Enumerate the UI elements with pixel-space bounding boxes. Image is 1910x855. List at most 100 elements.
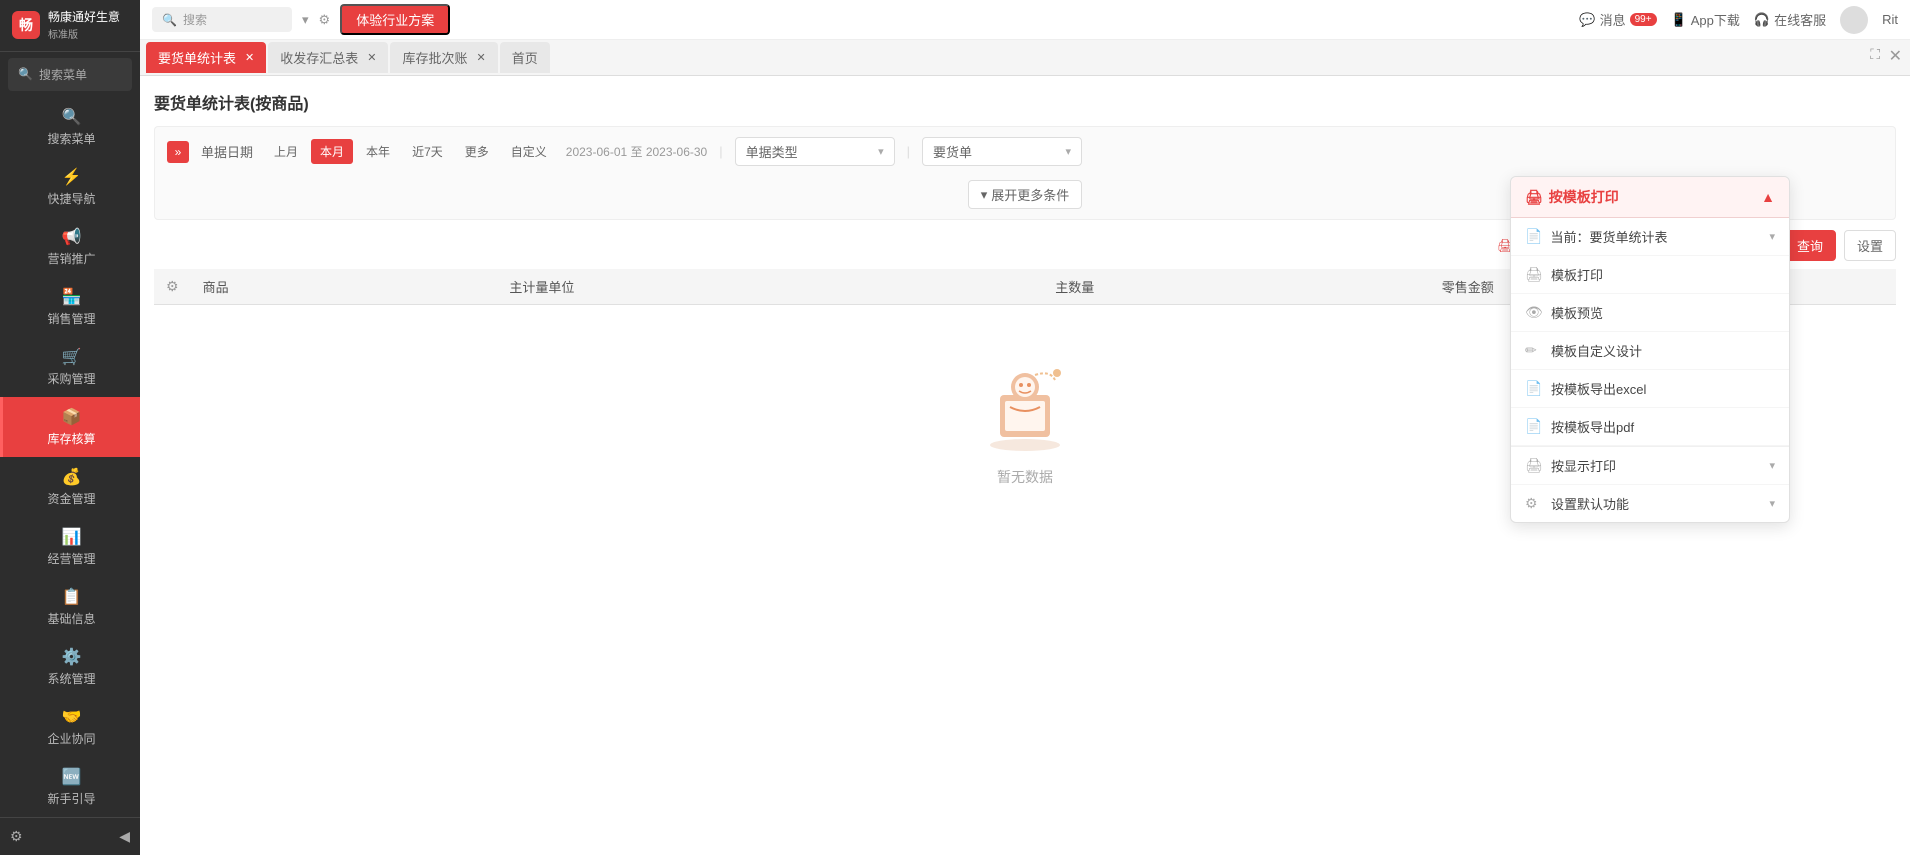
topbar-right: 💬 消息 99+ 📱 App下载 🎧 在线客服 Rit: [1579, 6, 1898, 34]
order-type-select[interactable]: 单据类型 ▾: [735, 137, 895, 166]
dropdown-header: 🖨 按模板打印 ▲: [1511, 177, 1789, 218]
current-item-arrow: ▾: [1769, 230, 1775, 243]
dropdown-item-template-design[interactable]: ✏ 模板自定义设计: [1511, 332, 1789, 370]
tab-batch-ledger[interactable]: 库存批次账 ✕: [390, 42, 497, 73]
date-btn-prev-month[interactable]: 上月: [265, 139, 307, 164]
dropdown-collapse-icon[interactable]: ▲: [1761, 189, 1775, 205]
tab-close-receipts-summary[interactable]: ✕: [367, 51, 376, 64]
date-btn-current-year[interactable]: 本年: [357, 139, 399, 164]
order-type-placeholder: 单据类型: [746, 142, 798, 161]
expand-more-button[interactable]: ▾ 展开更多条件: [968, 180, 1083, 209]
empty-illustration: [975, 365, 1075, 455]
tabbar: 要货单统计表✕收发存汇总表✕ 库存批次账 ✕ 首页 ⛶ ✕: [140, 40, 1910, 76]
filter-expand-button[interactable]: »: [167, 141, 189, 163]
settings-button[interactable]: 设置: [1844, 230, 1896, 261]
sidebar-item-sales[interactable]: 🏪销售管理: [0, 277, 140, 337]
inventory-icon: 📦: [62, 407, 82, 427]
app-download-label: App下载: [1691, 10, 1740, 29]
col-header-goods: 商品: [191, 269, 498, 305]
sidebar-item-inventory[interactable]: 📦库存核算: [0, 397, 140, 457]
tab-label-batch-ledger: 库存批次账: [402, 48, 467, 67]
tab-close-all-icon[interactable]: ✕: [1889, 46, 1902, 66]
collapse-icon[interactable]: ◀: [119, 828, 130, 845]
date-btn-7days[interactable]: 近7天: [403, 139, 452, 164]
sidebar-item-operation[interactable]: 📊经营管理: [0, 517, 140, 577]
col-header-unit: 主计量单位: [497, 269, 1043, 305]
sidebar-item-system[interactable]: ⚙️系统管理: [0, 637, 140, 697]
sidebar-bottom: ⚙ ◀: [0, 817, 140, 855]
purchase-label: 采购管理: [47, 370, 95, 387]
dropdown-print-icon: 🖨: [1525, 189, 1543, 206]
table-column-settings-icon[interactable]: ⚙: [166, 278, 179, 294]
query-button[interactable]: 查询: [1784, 230, 1836, 261]
sidebar-search[interactable]: 🔍 搜索菜单: [8, 58, 132, 91]
tab-close-order-stats[interactable]: ✕: [245, 51, 254, 64]
export-excel-icon: 📄: [1525, 380, 1543, 397]
settings-icon[interactable]: ⚙: [10, 828, 23, 845]
sidebar-logo: 畅 畅康通好生意 标准版: [0, 0, 140, 52]
dropdown-item-display-print[interactable]: 🖨 按显示打印 ▾: [1511, 447, 1789, 485]
message-btn[interactable]: 💬 消息 99+: [1579, 10, 1656, 29]
page-title: 要货单统计表(按商品): [154, 90, 1896, 114]
username-label: Rit: [1882, 12, 1898, 27]
online-service-btn[interactable]: 🎧 在线客服: [1754, 10, 1826, 29]
service-icon: 🎧: [1754, 12, 1770, 28]
message-label: 消息: [1600, 10, 1626, 29]
operation-icon: 📊: [62, 527, 82, 547]
dropdown-item-set-default[interactable]: ⚙ 设置默认功能 ▾: [1511, 485, 1789, 522]
sidebar-item-marketing[interactable]: 📢营销推广: [0, 217, 140, 277]
tab-expand-icon[interactable]: ⛶: [1870, 46, 1880, 63]
sidebar-nav: 🔍 搜索菜单 ⚡快捷导航📢营销推广🏪销售管理🛒采购管理📦库存核算💰资金管理📊经营管理…: [0, 97, 140, 817]
empty-svg: [975, 365, 1075, 455]
sidebar-item-basic[interactable]: 📋基础信息: [0, 577, 140, 637]
filter-row: » 单据日期 上月 本月 本年 近7天 更多 自定义 2023-06-01 至 …: [167, 137, 1883, 166]
sidebar-item-guide[interactable]: 🆕新手引导: [0, 757, 140, 817]
finance-label: 资金管理: [47, 490, 95, 507]
display-print-label: 按显示打印: [1551, 456, 1616, 475]
current-item-label: 当前：要货单统计表: [1550, 227, 1667, 246]
topbar-gear-icon[interactable]: ⚙: [319, 12, 331, 28]
tab-close-batch-ledger[interactable]: ✕: [476, 51, 485, 64]
tab-order-stats[interactable]: 要货单统计表✕: [146, 42, 266, 73]
avatar[interactable]: [1840, 6, 1868, 34]
tab-label-home: 首页: [512, 48, 538, 67]
search-icon: 🔍: [62, 107, 82, 127]
app-download-btn[interactable]: 📱 App下载: [1671, 10, 1740, 29]
trial-button[interactable]: 体验行业方案: [340, 4, 450, 35]
sidebar-item-finance[interactable]: 💰资金管理: [0, 457, 140, 517]
logo-sub: 标准版: [48, 26, 120, 41]
marketing-label: 营销推广: [47, 250, 95, 267]
topbar-dropdown-arrow[interactable]: ▾: [302, 12, 309, 28]
topbar-search[interactable]: 🔍 搜索: [152, 7, 292, 32]
date-btn-current-month[interactable]: 本月: [311, 139, 353, 164]
dropdown-item-export-pdf[interactable]: 📄 按模板导出pdf: [1511, 408, 1789, 446]
sidebar-item-search[interactable]: 🔍 搜索菜单: [0, 97, 140, 157]
tab-home[interactable]: 首页: [500, 42, 550, 73]
main: 🔍 搜索 ▾ ⚙ 体验行业方案 💬 消息 99+ 📱 App下载 🎧 在线客服 …: [140, 0, 1910, 855]
goods-order-select[interactable]: 要货单 ▾: [922, 137, 1082, 166]
sidebar-item-quick-nav[interactable]: ⚡快捷导航: [0, 157, 140, 217]
date-btn-custom[interactable]: 自定义: [502, 139, 556, 164]
select-arrow-icon: ▾: [878, 145, 884, 158]
set-default-label: 设置默认功能: [1551, 494, 1629, 513]
sidebar-item-purchase[interactable]: 🛒采购管理: [0, 337, 140, 397]
dropdown-item-template-print[interactable]: 🖨 模板打印: [1511, 256, 1789, 294]
goods-arrow-icon: ▾: [1065, 145, 1071, 158]
sidebar-item-collab[interactable]: 🤝企业协同: [0, 697, 140, 757]
dropdown-current-item[interactable]: 📄 当前：要货单统计表 ▾: [1511, 218, 1789, 256]
export-excel-label: 按模板导出excel: [1551, 379, 1646, 398]
template-design-label: 模板自定义设计: [1551, 341, 1642, 360]
template-print-icon: 🖨: [1525, 266, 1543, 283]
search-label: 搜索菜单: [47, 130, 95, 147]
topbar-search-icon: 🔍: [162, 13, 177, 27]
system-label: 系统管理: [47, 670, 95, 687]
logo-icon: 畅: [12, 11, 40, 39]
tab-receipts-summary[interactable]: 收发存汇总表✕: [268, 42, 388, 73]
dropdown-item-export-excel[interactable]: 📄 按模板导出excel: [1511, 370, 1789, 408]
app-icon: 📱: [1671, 12, 1687, 28]
display-print-arrow: ▾: [1769, 459, 1775, 472]
col-header-quantity: 主数量: [1043, 269, 1429, 305]
dropdown-item-template-preview[interactable]: 👁 模板预览: [1511, 294, 1789, 332]
expand-label: 展开更多条件: [991, 185, 1069, 204]
date-btn-more[interactable]: 更多: [456, 139, 498, 164]
